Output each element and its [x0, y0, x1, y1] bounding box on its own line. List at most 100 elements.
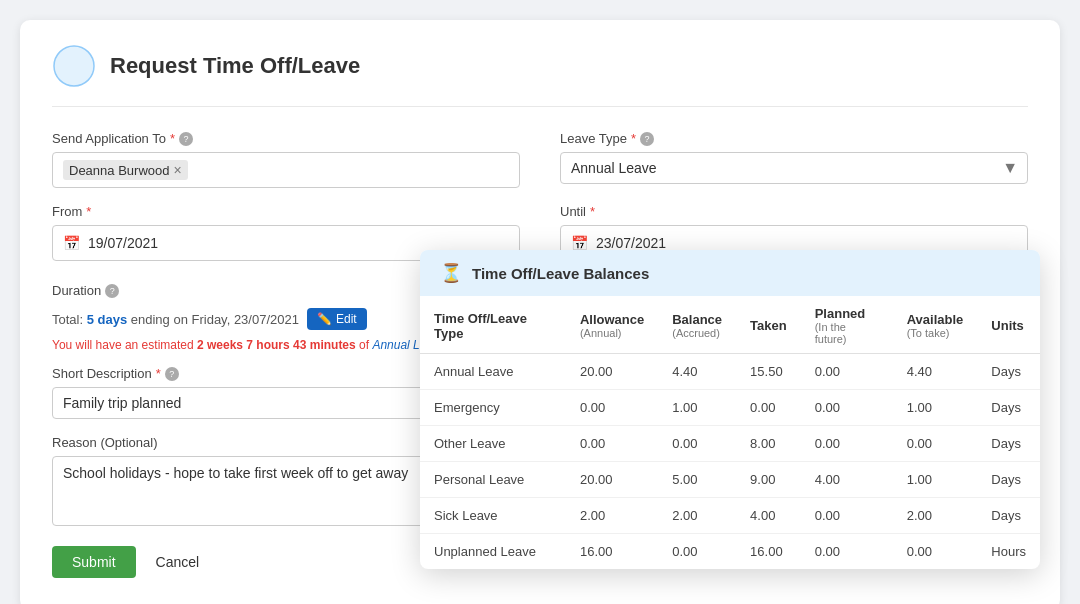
table-row: Unplanned Leave 16.00 0.00 16.00 0.00 0.…	[420, 534, 1040, 570]
col-balance: Balance (Accrued)	[658, 296, 736, 354]
cell-type: Other Leave	[420, 426, 566, 462]
leave-type-select-wrapper: Annual Leave Sick Leave Personal Leave E…	[560, 152, 1028, 184]
until-calendar-icon: 📅	[571, 235, 588, 251]
cell-allowance: 0.00	[566, 426, 658, 462]
cell-taken: 15.50	[736, 354, 801, 390]
cell-balance: 0.00	[658, 426, 736, 462]
estimated-duration: 2 weeks 7 hours 43 minutes	[197, 338, 356, 352]
cell-available: 1.00	[893, 462, 978, 498]
cell-available: 4.40	[893, 354, 978, 390]
col-available: Available (To take)	[893, 296, 978, 354]
cell-taken: 9.00	[736, 462, 801, 498]
cell-available: 1.00	[893, 390, 978, 426]
overlay-panel: ⏳ Time Off/Leave Balances Time Off/Leave…	[420, 250, 1040, 569]
from-label: From *	[52, 204, 520, 219]
cell-balance: 5.00	[658, 462, 736, 498]
cell-type: Unplanned Leave	[420, 534, 566, 570]
cell-type: Emergency	[420, 390, 566, 426]
submit-button[interactable]: Submit	[52, 546, 136, 578]
leave-type-select[interactable]: Annual Leave Sick Leave Personal Leave E…	[560, 152, 1028, 184]
cell-units: Hours	[977, 534, 1040, 570]
send-application-group: Send Application To * ? Deanna Burwood ×	[52, 131, 520, 188]
cell-units: Days	[977, 426, 1040, 462]
leave-type-help-icon[interactable]: ?	[640, 132, 654, 146]
form-right: Leave Type * ? Annual Leave Sick Leave P…	[560, 131, 1028, 204]
required-star-2: *	[631, 131, 636, 146]
duration-highlight: 5 days	[87, 312, 127, 327]
col-type: Time Off/Leave Type	[420, 296, 566, 354]
page-icon: 🏖️	[52, 44, 96, 88]
short-desc-help-icon[interactable]: ?	[165, 367, 179, 381]
recipient-tag: Deanna Burwood ×	[63, 160, 188, 180]
table-row: Personal Leave 20.00 5.00 9.00 4.00 1.00…	[420, 462, 1040, 498]
col-planned: Planned (In the future)	[801, 296, 893, 354]
duration-text: Total: 5 days ending on Friday, 23/07/20…	[52, 312, 299, 327]
col-taken: Taken	[736, 296, 801, 354]
send-application-help-icon[interactable]: ?	[179, 132, 193, 146]
cell-taken: 8.00	[736, 426, 801, 462]
cell-planned: 0.00	[801, 426, 893, 462]
cell-units: Days	[977, 354, 1040, 390]
leave-type-label: Leave Type * ?	[560, 131, 1028, 146]
cell-units: Days	[977, 498, 1040, 534]
cell-available: 0.00	[893, 426, 978, 462]
table-row: Annual Leave 20.00 4.40 15.50 0.00 4.40 …	[420, 354, 1040, 390]
from-date-field[interactable]	[88, 235, 509, 251]
cell-allowance: 20.00	[566, 354, 658, 390]
short-desc-input[interactable]	[52, 387, 432, 419]
cell-units: Days	[977, 462, 1040, 498]
page-header: 🏖️ Request Time Off/Leave	[52, 44, 1028, 107]
cancel-button[interactable]: Cancel	[146, 546, 210, 578]
required-star: *	[170, 131, 175, 146]
cell-allowance: 16.00	[566, 534, 658, 570]
cell-planned: 0.00	[801, 498, 893, 534]
overlay-table-body: Annual Leave 20.00 4.40 15.50 0.00 4.40 …	[420, 354, 1040, 570]
table-header-row: Time Off/Leave Type Allowance (Annual) B…	[420, 296, 1040, 354]
table-row: Other Leave 0.00 0.00 8.00 0.00 0.00 Day…	[420, 426, 1040, 462]
until-date-field[interactable]	[596, 235, 1017, 251]
cell-taken: 16.00	[736, 534, 801, 570]
overlay-header: ⏳ Time Off/Leave Balances	[420, 250, 1040, 296]
cell-type: Annual Leave	[420, 354, 566, 390]
svg-point-0	[54, 46, 94, 86]
edit-button[interactable]: ✏️ Edit	[307, 308, 367, 330]
edit-icon: ✏️	[317, 312, 332, 326]
col-units: Units	[977, 296, 1040, 354]
cell-allowance: 2.00	[566, 498, 658, 534]
duration-label: Duration ?	[52, 283, 119, 298]
leave-type-group: Leave Type * ? Annual Leave Sick Leave P…	[560, 131, 1028, 184]
cell-balance: 0.00	[658, 534, 736, 570]
table-row: Sick Leave 2.00 2.00 4.00 0.00 2.00 Days	[420, 498, 1040, 534]
cell-balance: 1.00	[658, 390, 736, 426]
table-row: Emergency 0.00 1.00 0.00 0.00 1.00 Days	[420, 390, 1040, 426]
cell-type: Sick Leave	[420, 498, 566, 534]
form-left: Send Application To * ? Deanna Burwood ×	[52, 131, 520, 204]
cell-balance: 4.40	[658, 354, 736, 390]
short-desc-required: *	[156, 366, 161, 381]
cell-planned: 0.00	[801, 534, 893, 570]
hourglass-icon: ⏳	[440, 262, 462, 284]
cell-planned: 0.00	[801, 390, 893, 426]
page-title: Request Time Off/Leave	[110, 53, 360, 79]
cell-allowance: 0.00	[566, 390, 658, 426]
overlay-table: Time Off/Leave Type Allowance (Annual) B…	[420, 296, 1040, 569]
send-application-label: Send Application To * ?	[52, 131, 520, 146]
tag-remove-icon[interactable]: ×	[173, 162, 181, 178]
cell-type: Personal Leave	[420, 462, 566, 498]
reason-textarea[interactable]: School holidays - hope to take first wee…	[52, 456, 432, 526]
until-label: Until *	[560, 204, 1028, 219]
send-application-input[interactable]: Deanna Burwood ×	[52, 152, 520, 188]
duration-help-icon[interactable]: ?	[105, 284, 119, 298]
main-card: 🏖️ Request Time Off/Leave Send Applicati…	[20, 20, 1060, 604]
cell-taken: 4.00	[736, 498, 801, 534]
cell-available: 0.00	[893, 534, 978, 570]
cell-planned: 0.00	[801, 354, 893, 390]
cell-planned: 4.00	[801, 462, 893, 498]
cell-available: 2.00	[893, 498, 978, 534]
overlay-title: Time Off/Leave Balances	[472, 265, 649, 282]
col-allowance: Allowance (Annual)	[566, 296, 658, 354]
cell-balance: 2.00	[658, 498, 736, 534]
cell-units: Days	[977, 390, 1040, 426]
cell-taken: 0.00	[736, 390, 801, 426]
form-grid: Send Application To * ? Deanna Burwood ×…	[52, 131, 1028, 204]
